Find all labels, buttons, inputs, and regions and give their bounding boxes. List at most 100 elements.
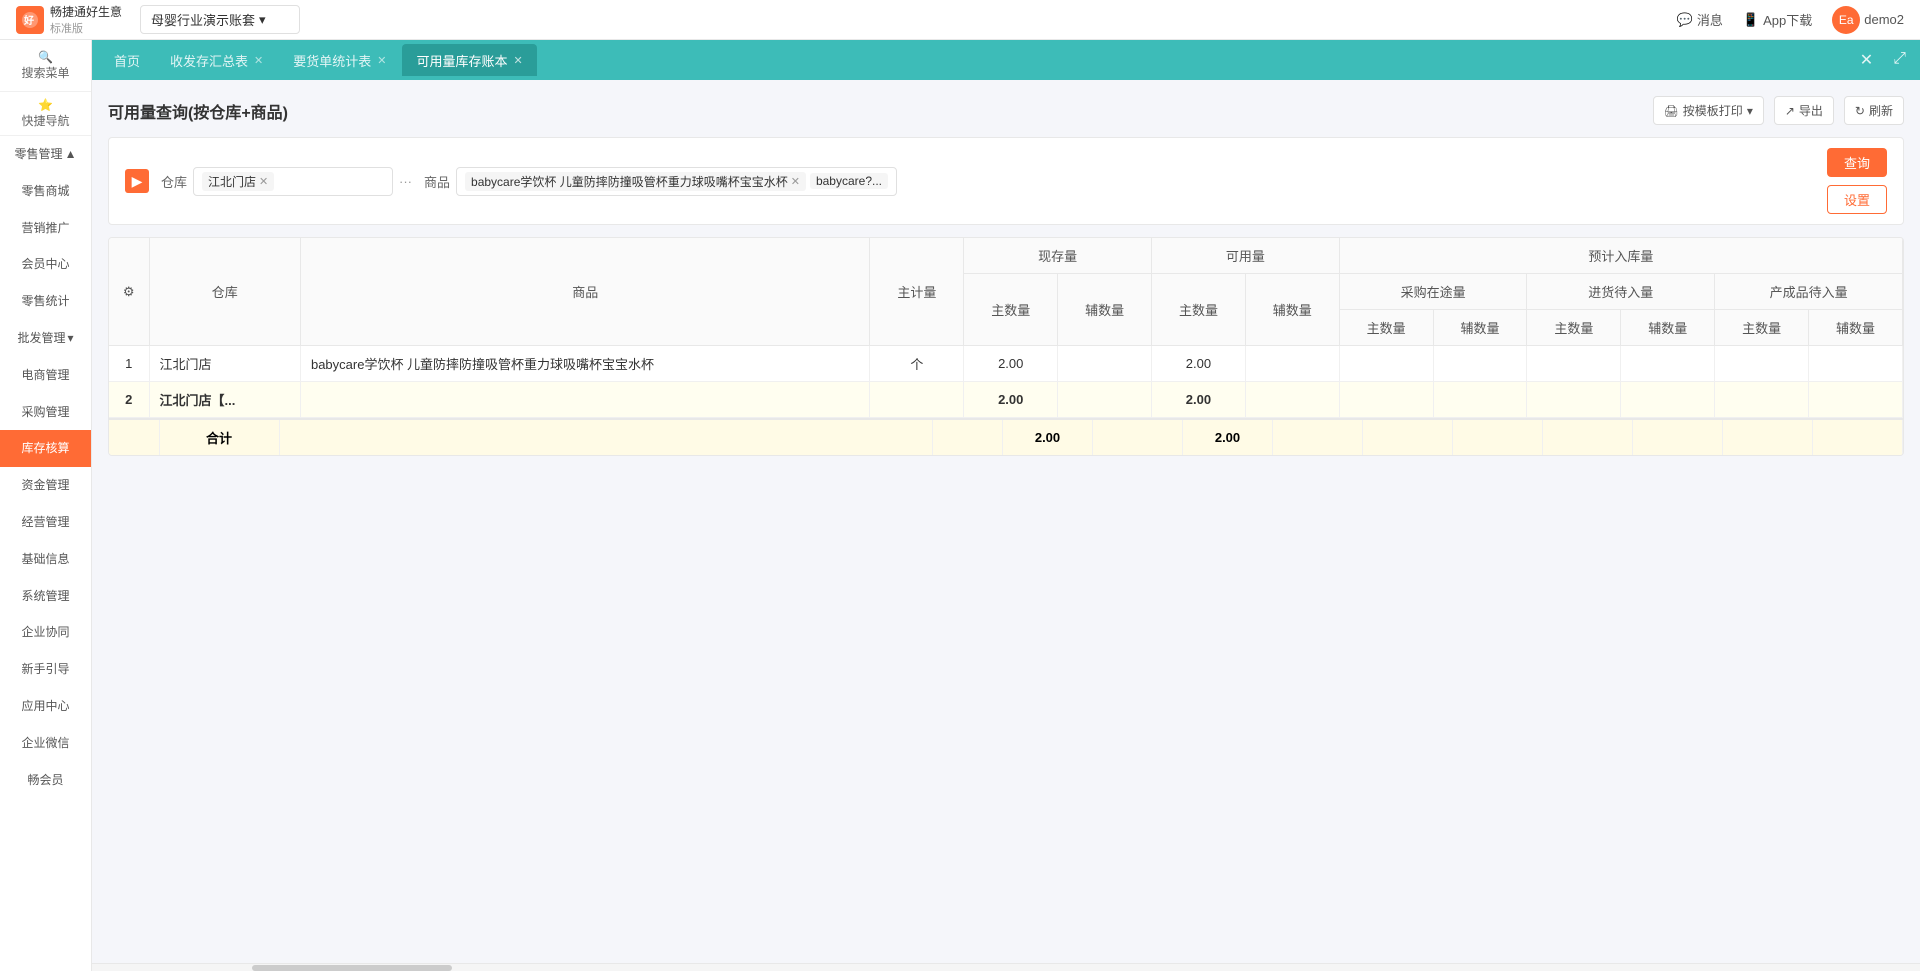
- footer-pur-main: [1363, 420, 1453, 455]
- sidebar-item-inventory-check[interactable]: 库存核算: [0, 430, 91, 467]
- sidebar-item-purchase-mgmt[interactable]: 采购管理: [0, 394, 91, 431]
- sidebar-item-operation-mgmt[interactable]: 经营管理: [0, 504, 91, 541]
- tab-receipt-summary[interactable]: 收发存汇总表 ✕: [156, 44, 277, 76]
- tab-home-label: 首页: [114, 51, 140, 70]
- sidebar-item-basic-info[interactable]: 基础信息: [0, 541, 91, 578]
- warehouse-more[interactable]: ···: [399, 174, 412, 189]
- footer-avail-aux: [1273, 420, 1363, 455]
- sidebar-item-finance-mgmt[interactable]: 资金管理: [0, 467, 91, 504]
- tab-home[interactable]: 首页: [100, 44, 154, 76]
- tab-available-label: 可用量库存账本: [416, 51, 507, 70]
- tab-available-close[interactable]: ✕: [514, 54, 523, 67]
- td-unit-2: [870, 382, 964, 418]
- refresh-icon: ↻: [1855, 104, 1865, 118]
- th-goods-pending: 进货待入量: [1527, 274, 1715, 310]
- message-icon: 💬: [1677, 12, 1693, 28]
- sidebar-item-member-center[interactable]: 会员中心: [0, 246, 91, 283]
- product-label: 商品: [424, 172, 450, 191]
- sidebar-item-enterprise-collab[interactable]: 企业协同: [0, 614, 91, 651]
- content-area: 首页 收发存汇总表 ✕ 要货单统计表 ✕ 可用量库存账本 ✕ ✕ ⤢: [92, 40, 1920, 971]
- th-avail-main-qty: 主数量: [1152, 274, 1246, 346]
- sidebar-item-enterprise-wechat[interactable]: 企业微信: [0, 725, 91, 762]
- sidebar-item-app-center[interactable]: 应用中心: [0, 688, 91, 725]
- tab-order-stats[interactable]: 要货单统计表 ✕: [279, 44, 400, 76]
- th-settings[interactable]: ⚙: [109, 238, 149, 346]
- footer-row: 合计 2.00 2.00: [109, 420, 1903, 455]
- td-fin-main-2: [1715, 382, 1809, 418]
- tab-order-close[interactable]: ✕: [377, 54, 386, 67]
- refresh-label: 刷新: [1869, 102, 1893, 119]
- logo-icon: 好: [16, 6, 44, 34]
- footer-fin-main: [1723, 420, 1813, 455]
- sidebar-item-retail-mgmt[interactable]: 零售管理 ▲: [0, 136, 91, 173]
- filter-expand-btn[interactable]: ▶: [125, 169, 149, 193]
- print-template-label: 按模板打印: [1683, 102, 1743, 119]
- td-avail-main-qty: 2.00: [1152, 346, 1246, 382]
- tab-available-inventory[interactable]: 可用量库存账本 ✕: [402, 44, 536, 76]
- td-cur-main-qty: 2.00: [964, 346, 1058, 382]
- th-current-stock: 现存量: [964, 238, 1152, 274]
- sidebar-item-retail-stats[interactable]: 零售统计: [0, 283, 91, 320]
- chevron-icon: ▲: [65, 146, 77, 163]
- retail-mgmt-label: 零售管理: [15, 146, 63, 163]
- sidebar-item-wholesale-mgmt[interactable]: 批发管理 ▾: [0, 320, 91, 357]
- sidebar-item-ecommerce-mgmt[interactable]: 电商管理: [0, 357, 91, 394]
- th-available: 可用量: [1152, 238, 1340, 274]
- table-row: 1 江北门店 babycare学饮杯 儿童防摔防撞吸管杯重力球吸嘴杯宝宝水杯 个…: [109, 346, 1903, 382]
- export-btn[interactable]: ↗ 导出: [1774, 96, 1834, 125]
- message-action[interactable]: 💬 消息: [1677, 10, 1723, 29]
- refresh-btn[interactable]: ↻ 刷新: [1844, 96, 1904, 125]
- tab-expand-btn[interactable]: ⤢: [1887, 48, 1912, 72]
- product-input[interactable]: babycare学饮杯 儿童防摔防撞吸管杯重力球吸嘴杯宝宝水杯 ✕ babyca…: [456, 167, 897, 196]
- td-no-2: 2: [109, 382, 149, 418]
- footer-label: 合计: [159, 420, 279, 455]
- th-purchase-transit: 采购在途量: [1339, 274, 1527, 310]
- print-template-btn[interactable]: 🖨 按模板打印 ▾: [1653, 96, 1764, 125]
- sidebar-quick-nav[interactable]: ⭐ 快捷导航: [0, 92, 91, 136]
- logo-area: 好 畅捷通好生意 标准版: [16, 3, 122, 36]
- sidebar-item-system-mgmt[interactable]: 系统管理: [0, 578, 91, 615]
- sidebar-item-retail-mall[interactable]: 零售商城: [0, 173, 91, 210]
- app-download-action[interactable]: 📱 App下载: [1743, 10, 1812, 29]
- warehouse-input[interactable]: 江北门店 ✕: [193, 167, 393, 196]
- filter-product-group: 商品 babycare学饮杯 儿童防摔防撞吸管杯重力球吸嘴杯宝宝水杯 ✕ bab…: [424, 167, 897, 196]
- footer-avail-main: 2.00: [1183, 420, 1273, 455]
- tab-close-all-btn[interactable]: ✕: [1854, 48, 1879, 72]
- th-expected-in: 预计入库量: [1339, 238, 1902, 274]
- chevron-down-icon: ▾: [67, 330, 73, 347]
- sidebar-item-new-guide[interactable]: 新手引导: [0, 651, 91, 688]
- th-warehouse: 仓库: [149, 238, 300, 346]
- sidebar-item-member-plus[interactable]: 畅会员: [0, 762, 91, 799]
- product-tag2: babycare?...: [810, 173, 888, 189]
- bottom-scrollbar[interactable]: [92, 963, 1920, 971]
- th-avail-aux-qty: 辅数量: [1245, 274, 1339, 346]
- tab-bar: 首页 收发存汇总表 ✕ 要货单统计表 ✕ 可用量库存账本 ✕ ✕ ⤢: [92, 40, 1920, 80]
- product-tag1-close[interactable]: ✕: [791, 175, 800, 188]
- td-warehouse: 江北门店: [149, 346, 300, 382]
- scroll-thumb[interactable]: [252, 965, 452, 971]
- th-pend-main: 主数量: [1527, 310, 1621, 346]
- td-fin-aux-2: [1809, 382, 1903, 418]
- message-label: 消息: [1697, 10, 1723, 29]
- td-pend-aux-2: [1621, 382, 1715, 418]
- user-profile[interactable]: Ea demo2: [1832, 6, 1904, 34]
- query-button[interactable]: 查询: [1827, 148, 1887, 177]
- th-finished-pending: 产成品待入量: [1715, 274, 1903, 310]
- sidebar-item-marketing[interactable]: 营销推广: [0, 210, 91, 247]
- industry-selector[interactable]: 母婴行业演示账套 ▾: [140, 5, 300, 34]
- td-cur-aux-qty: [1058, 346, 1152, 382]
- filter-actions-right: 查询 设置: [1827, 148, 1887, 214]
- main-layout: 🔍 搜索菜单 ⭐ 快捷导航 零售管理 ▲ 零售商城 营销推广 会员中心 零售统计…: [0, 40, 1920, 971]
- th-fin-main: 主数量: [1715, 310, 1809, 346]
- td-pend-main: [1527, 346, 1621, 382]
- td-fin-main: [1715, 346, 1809, 382]
- tab-receipt-close[interactable]: ✕: [254, 54, 263, 67]
- th-pur-aux: 辅数量: [1433, 310, 1527, 346]
- warehouse-tag-close[interactable]: ✕: [259, 175, 268, 188]
- sidebar-search[interactable]: 🔍 搜索菜单: [0, 40, 91, 92]
- td-fin-aux: [1809, 346, 1903, 382]
- settings-button[interactable]: 设置: [1827, 185, 1887, 214]
- footer-pend-aux: [1633, 420, 1723, 455]
- td-pend-main-2: [1527, 382, 1621, 418]
- export-label: 导出: [1799, 102, 1823, 119]
